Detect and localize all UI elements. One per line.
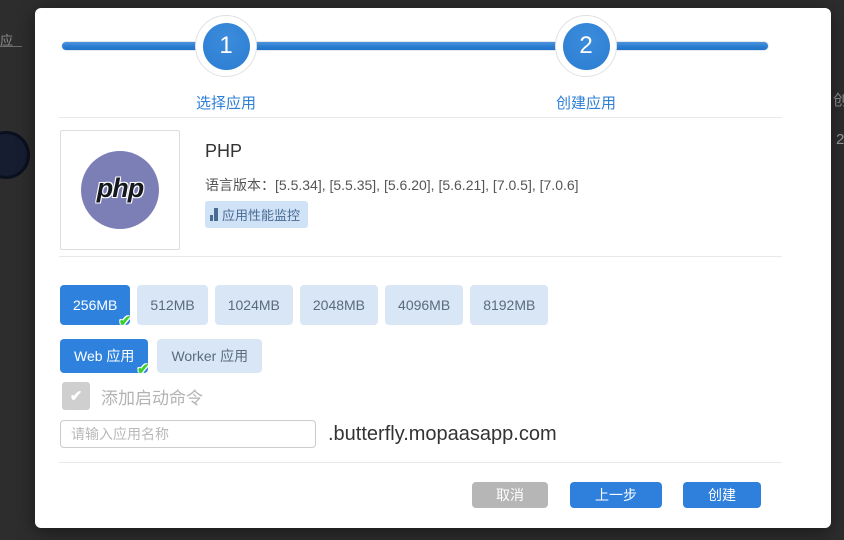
memory-option-4096mb[interactable]: 4096MB [385,285,464,325]
startup-command-label: 添加启动命令 [101,388,203,408]
chip-label: 256MB [73,297,118,313]
memory-option-8192mb[interactable]: 8192MB [470,285,549,325]
chip-label: 8192MB [483,297,536,313]
create-app-modal: 1 2 选择应用 创建应用 php PHP 语言版本：[5.5.34], [5.… [35,8,831,528]
step-2-circle: 2 [555,15,617,77]
domain-suffix: .butterfly.mopaasapp.com [328,422,557,445]
cancel-button[interactable]: 取消 [472,482,548,508]
background-avatar-circle [0,131,30,179]
chip-label: 1024MB [227,297,280,313]
app-title: PHP [205,141,243,161]
perf-monitor-badge: 应用性能监控 [205,201,309,228]
memory-option-256mb[interactable]: 256MB ✔ [60,285,131,329]
chip-label: 4096MB [398,297,451,313]
background-text-fragment: 应 [0,30,22,47]
step-2-label: 创建应用 [555,95,616,112]
versions-label: 语言版本： [205,177,275,193]
memory-options-row: 256MB ✔ 512MB 1024MB 2048MB 4096MB 8192M… [60,285,555,329]
memory-option-2048mb[interactable]: 2048MB [299,285,379,325]
modal-overlay: { "background": { "fragment_top_left": "… [0,0,844,540]
type-option-worker[interactable]: Worker 应用 [157,339,263,373]
app-name-input[interactable] [60,420,316,448]
memory-option-512mb[interactable]: 512MB [137,285,208,325]
step-2-number: 2 [562,22,610,70]
chip-label: Web 应用 [74,348,135,364]
divider [59,256,782,257]
step-1-label: 选择应用 [195,95,256,112]
check-icon: ✔ [136,361,150,378]
stepper-progress-bar [62,42,768,50]
divider [59,117,782,118]
step-1-number: 1 [202,22,250,70]
bar-chart-icon [210,208,218,221]
chip-label: Worker 应用 [171,348,249,364]
php-logo-icon: php [81,151,159,229]
chip-label: 512MB [150,297,195,313]
php-logo-text: php [96,172,144,203]
chip-label: 2048MB [312,297,366,313]
memory-option-1024mb[interactable]: 1024MB [214,285,293,325]
divider [59,462,782,463]
check-icon: ✔ [118,313,132,330]
background-text-fragment: 创 [833,92,844,109]
app-versions: 语言版本：[5.5.34], [5.5.35], [5.6.20], [5.6.… [205,175,579,195]
selected-app-card: php [60,130,180,250]
app-type-row: Web 应用 ✔ Worker 应用 [60,339,271,377]
startup-command-checkbox[interactable]: ✔ [62,382,90,410]
previous-step-button[interactable]: 上一步 [570,482,662,508]
app-name-row: .butterfly.mopaasapp.com [60,420,557,448]
perf-badge-label: 应用性能监控 [222,208,301,223]
create-button[interactable]: 创建 [683,482,761,508]
footer-actions: 取消 上一步 创建 [472,482,761,508]
startup-command-row: ✔ 添加启动命令 [62,382,203,410]
background-text-fragment: 2 [836,131,844,148]
type-option-web[interactable]: Web 应用 ✔ [60,339,149,377]
step-1-circle: 1 [195,15,257,77]
versions-list: [5.5.34], [5.5.35], [5.6.20], [5.6.21], … [275,177,579,193]
check-icon: ✔ [69,388,83,405]
